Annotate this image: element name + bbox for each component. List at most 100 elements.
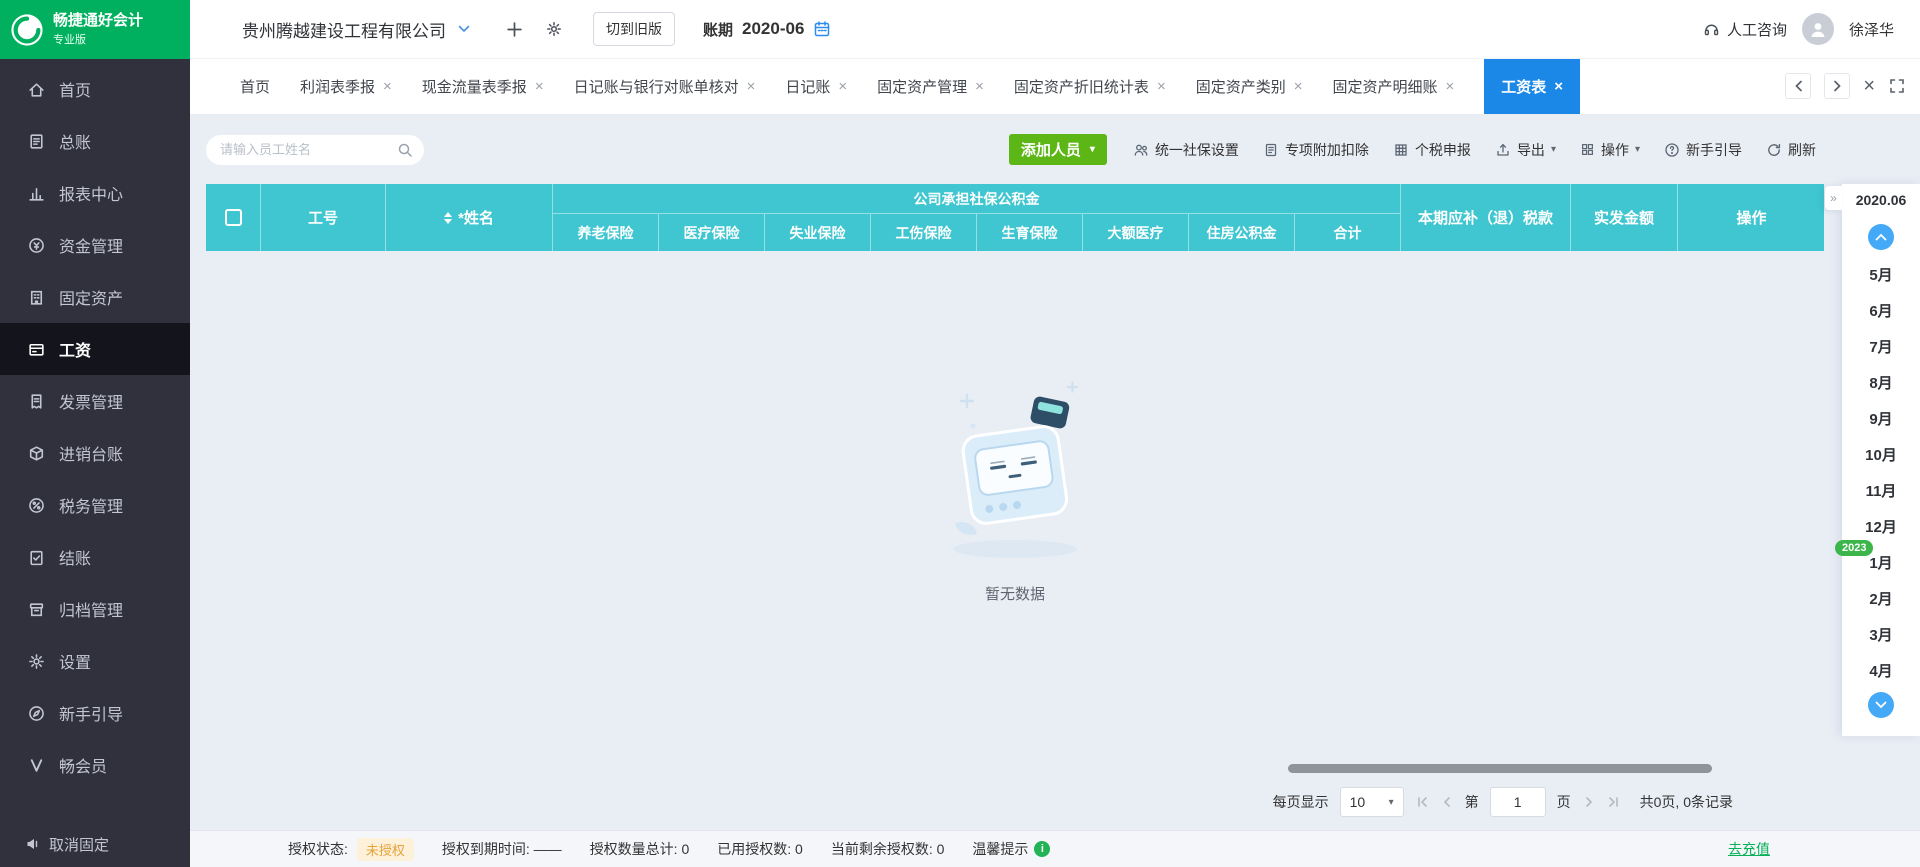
tab-profit-quarterly[interactable]: 利润表季报 × xyxy=(300,59,392,114)
unified-social-security-button[interactable]: 统一社保设置 xyxy=(1133,140,1239,160)
username[interactable]: 徐泽华 xyxy=(1849,19,1894,40)
close-icon[interactable]: × xyxy=(535,79,544,94)
header-cell-pension[interactable]: 养老保险 xyxy=(553,214,659,251)
month-item-september[interactable]: 9月 xyxy=(1842,400,1920,436)
scroll-months-down-button[interactable] xyxy=(1868,692,1894,718)
special-deduction-button[interactable]: 专项附加扣除 xyxy=(1263,140,1369,160)
horizontal-scrollbar[interactable] xyxy=(1288,764,1712,773)
close-icon[interactable]: × xyxy=(1157,79,1166,94)
tabs-scroll-right-button[interactable] xyxy=(1824,73,1851,99)
fullscreen-icon[interactable] xyxy=(1888,77,1906,95)
close-icon[interactable]: × xyxy=(1294,79,1303,94)
header-cell-housing-fund[interactable]: 住房公积金 xyxy=(1189,214,1295,251)
unpin-label: 取消固定 xyxy=(49,836,110,854)
header-cell-medical[interactable]: 医疗保险 xyxy=(659,214,765,251)
info-icon[interactable]: i xyxy=(1034,841,1051,857)
tab-cashflow-quarterly[interactable]: 现金流量表季报 × xyxy=(422,59,544,114)
tab-home[interactable]: 首页 xyxy=(240,59,270,114)
collapse-panel-icon[interactable]: » xyxy=(1825,186,1842,210)
sidebar-item-closing[interactable]: 结账 xyxy=(0,531,190,583)
tabs-scroll-left-button[interactable] xyxy=(1785,73,1812,99)
sidebar-item-settings[interactable]: 设置 xyxy=(0,635,190,687)
header-cell-subtotal[interactable]: 合计 xyxy=(1295,214,1401,251)
month-item-august[interactable]: 8月 xyxy=(1842,364,1920,400)
month-item-december[interactable]: 12月 xyxy=(1842,508,1920,544)
beginner-guide-button[interactable]: 新手引导 xyxy=(1664,140,1742,160)
employee-search xyxy=(206,134,424,165)
page-suffix: 页 xyxy=(1556,794,1571,810)
month-item-june[interactable]: 6月 xyxy=(1842,292,1920,328)
month-item-february[interactable]: 2月 xyxy=(1842,580,1920,616)
sidebar-item-archive[interactable]: 归档管理 xyxy=(0,583,190,635)
tab-fixed-asset-category[interactable]: 固定资产类别 × xyxy=(1196,59,1303,114)
company-selector[interactable]: 贵州腾越建设工程有限公司 xyxy=(242,17,470,42)
page-number-input[interactable] xyxy=(1489,787,1546,817)
sidebar-item-funds[interactable]: 资金管理 xyxy=(0,219,190,271)
month-item-march[interactable]: 3月 xyxy=(1842,616,1920,652)
recharge-link[interactable]: 去充值 xyxy=(1728,839,1770,859)
close-all-tabs-button[interactable]: × xyxy=(1863,76,1875,96)
tab-fixed-asset-detail[interactable]: 固定资产明细账 × xyxy=(1332,59,1454,114)
search-icon[interactable] xyxy=(397,142,413,158)
search-input[interactable] xyxy=(206,134,424,165)
month-item-october[interactable]: 10月 xyxy=(1842,436,1920,472)
close-icon[interactable]: × xyxy=(1554,79,1563,94)
sidebar-item-label: 进销台账 xyxy=(59,447,124,464)
month-item-july[interactable]: 7月 xyxy=(1842,328,1920,364)
prev-page-button[interactable] xyxy=(1440,795,1454,809)
account-settings-button[interactable] xyxy=(545,20,563,38)
header-cell-work-injury[interactable]: 工伤保险 xyxy=(871,214,977,251)
header-cell-tax-due[interactable]: 本期应补（退）税款 xyxy=(1401,184,1571,251)
header-cell-name[interactable]: *姓名 xyxy=(386,184,553,251)
support-button[interactable]: 人工咨询 xyxy=(1703,19,1787,40)
tab-depreciation-stats[interactable]: 固定资产折旧统计表 × xyxy=(1014,59,1166,114)
refresh-button[interactable]: 刷新 xyxy=(1766,140,1816,160)
sidebar-item-report-center[interactable]: 报表中心 xyxy=(0,167,190,219)
last-page-button[interactable] xyxy=(1607,795,1621,809)
close-icon[interactable]: × xyxy=(747,79,756,94)
switch-old-version-button[interactable]: 切到旧版 xyxy=(593,12,675,46)
first-page-button[interactable] xyxy=(1415,795,1429,809)
scroll-months-up-button[interactable] xyxy=(1868,224,1894,250)
header-cell-unemployment[interactable]: 失业保险 xyxy=(765,214,871,251)
sidebar-item-general-ledger[interactable]: 总账 xyxy=(0,115,190,167)
unpin-sidebar-button[interactable]: 取消固定 xyxy=(0,821,190,867)
close-icon[interactable]: × xyxy=(975,79,984,94)
sidebar-item-invoice[interactable]: 发票管理 xyxy=(0,375,190,427)
add-account-button[interactable] xyxy=(506,21,523,38)
header-cell-large-medical[interactable]: 大额医疗 xyxy=(1083,214,1189,251)
per-page-select[interactable]: 10 ▾ xyxy=(1339,787,1404,817)
auth-status: 授权状态: 未授权 xyxy=(288,837,414,861)
sidebar-item-home[interactable]: 首页 xyxy=(0,63,190,115)
sort-icon[interactable] xyxy=(444,211,453,224)
export-button[interactable]: 导出 ▾ xyxy=(1495,140,1556,160)
sidebar-item-tax[interactable]: 税务管理 xyxy=(0,479,190,531)
avatar[interactable] xyxy=(1801,13,1834,45)
tab-salary-sheet[interactable]: 工资表 × xyxy=(1484,59,1581,114)
close-icon[interactable]: × xyxy=(1446,79,1455,94)
tab-journal-bank-check[interactable]: 日记账与银行对账单核对 × xyxy=(574,59,756,114)
tip: 温馨提示 i xyxy=(972,839,1051,859)
sidebar-item-member[interactable]: 畅会员 xyxy=(0,739,190,791)
header-cell-maternity[interactable]: 生育保险 xyxy=(977,214,1083,251)
next-page-button[interactable] xyxy=(1582,795,1596,809)
tab-fixed-asset-mgmt[interactable]: 固定资产管理 × xyxy=(877,59,984,114)
month-item-may[interactable]: 5月 xyxy=(1842,256,1920,292)
tab-journal[interactable]: 日记账 × xyxy=(785,59,847,114)
sidebar-item-fixed-assets[interactable]: 固定资产 xyxy=(0,271,190,323)
close-icon[interactable]: × xyxy=(838,79,847,94)
add-employee-button[interactable]: 添加人员 ▾ xyxy=(1008,134,1107,165)
header-cell-net-pay[interactable]: 实发金额 xyxy=(1571,184,1678,251)
month-item-april[interactable]: 4月 xyxy=(1842,652,1920,688)
calendar-icon[interactable] xyxy=(813,20,831,38)
close-icon[interactable]: × xyxy=(383,79,392,94)
tax-declaration-button[interactable]: 个税申报 xyxy=(1393,140,1471,160)
sidebar-item-beginner-guide[interactable]: 新手引导 xyxy=(0,687,190,739)
select-all-checkbox[interactable] xyxy=(224,209,242,226)
header-cell-employee-id[interactable]: 工号 xyxy=(261,184,386,251)
accounting-period: 账期 2020-06 xyxy=(703,19,831,40)
month-item-november[interactable]: 11月 xyxy=(1842,472,1920,508)
sidebar-item-stock-ledger[interactable]: 进销台账 xyxy=(0,427,190,479)
sidebar-item-salary[interactable]: 工资 xyxy=(0,323,190,375)
operations-button[interactable]: 操作 ▾ xyxy=(1580,140,1640,160)
